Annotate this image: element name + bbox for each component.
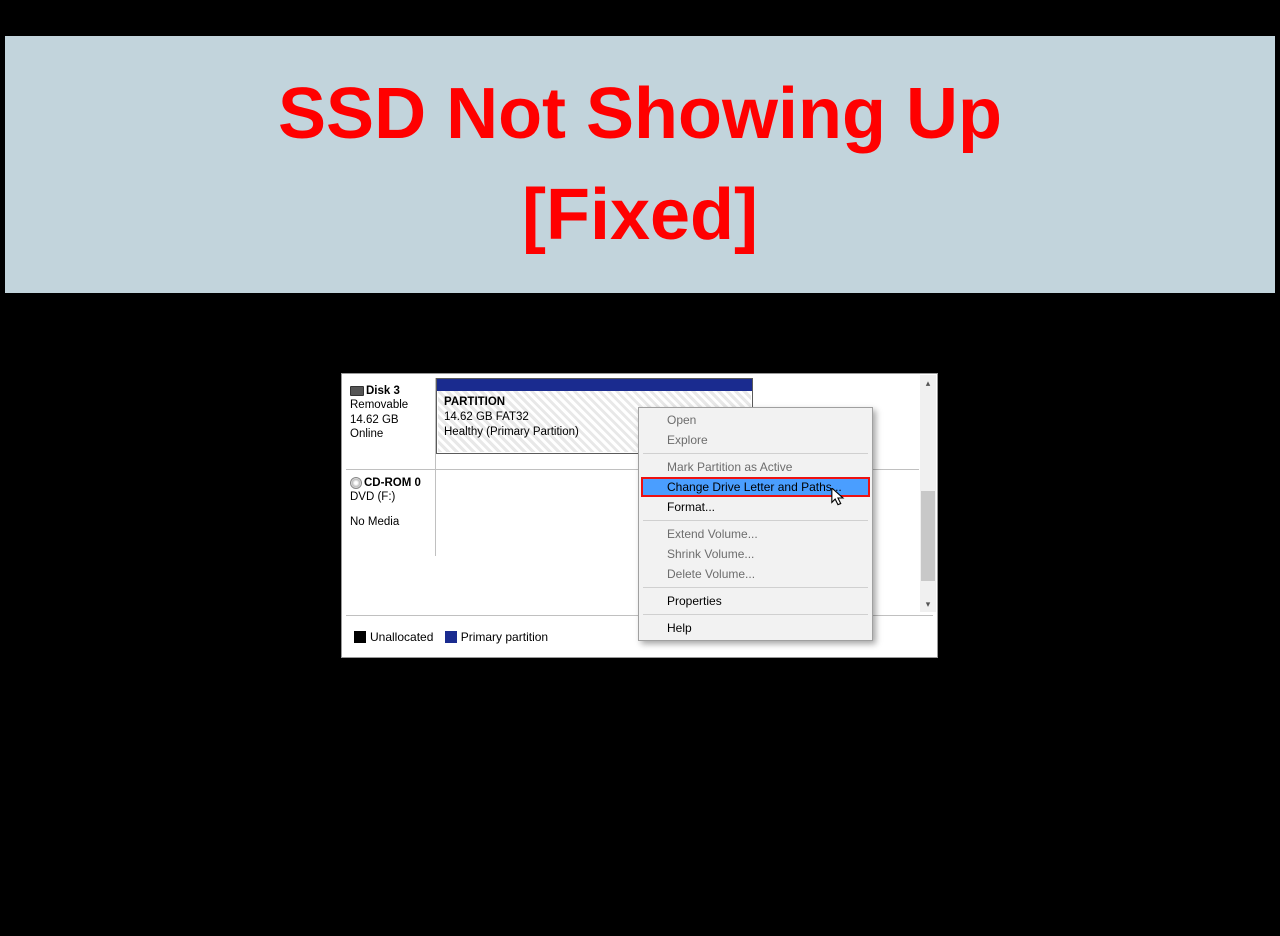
disk-info-panel[interactable]: CD-ROM 0 DVD (F:) No Media [346, 470, 436, 556]
menu-item-open: Open [641, 410, 870, 430]
menu-item-format[interactable]: Format... [641, 497, 870, 517]
menu-item-mark-partition-as-active: Mark Partition as Active [641, 457, 870, 477]
disk-name: Disk 3 [366, 385, 400, 397]
menu-item-shrink-volume: Shrink Volume... [641, 544, 870, 564]
partition-header-bar [437, 379, 752, 391]
menu-item-change-drive-letter-and-paths[interactable]: Change Drive Letter and Paths... [641, 477, 870, 497]
disk-info-panel[interactable]: Disk 3 Removable 14.62 GB Online [346, 378, 436, 469]
scroll-up-button[interactable]: ▴ [920, 375, 936, 391]
banner-title: SSD Not Showing Up [Fixed] [278, 64, 1002, 266]
menu-item-extend-volume: Extend Volume... [641, 524, 870, 544]
legend-label-primary: Primary partition [461, 630, 548, 644]
scrollbar[interactable]: ▴ ▾ [920, 375, 936, 612]
scroll-down-button[interactable]: ▾ [920, 596, 936, 612]
menu-item-help[interactable]: Help [641, 618, 870, 638]
menu-item-delete-volume: Delete Volume... [641, 564, 870, 584]
menu-separator [643, 614, 868, 615]
legend-swatch-primary [445, 631, 457, 643]
disk-status: Online [350, 427, 431, 441]
scroll-thumb[interactable] [921, 491, 935, 581]
partition-context-menu: OpenExplore Mark Partition as ActiveChang… [638, 407, 873, 641]
banner-title-line1: SSD Not Showing Up [278, 74, 1002, 154]
legend-label-unallocated: Unallocated [370, 630, 433, 644]
menu-separator [643, 587, 868, 588]
disk-type: DVD (F:) [350, 490, 431, 504]
menu-item-properties[interactable]: Properties [641, 591, 870, 611]
disk-size: 14.62 GB [350, 413, 431, 427]
banner-title-line2: [Fixed] [522, 175, 758, 255]
menu-separator [643, 520, 868, 521]
disk-name: CD-ROM 0 [364, 477, 421, 489]
disk-type: Removable [350, 398, 431, 412]
title-banner: SSD Not Showing Up [Fixed] [5, 36, 1275, 293]
disk-icon [350, 386, 364, 396]
cdrom-icon [350, 477, 362, 489]
legend-swatch-unallocated [354, 631, 366, 643]
menu-separator [643, 453, 868, 454]
disk-status: No Media [350, 515, 431, 529]
menu-item-explore: Explore [641, 430, 870, 450]
